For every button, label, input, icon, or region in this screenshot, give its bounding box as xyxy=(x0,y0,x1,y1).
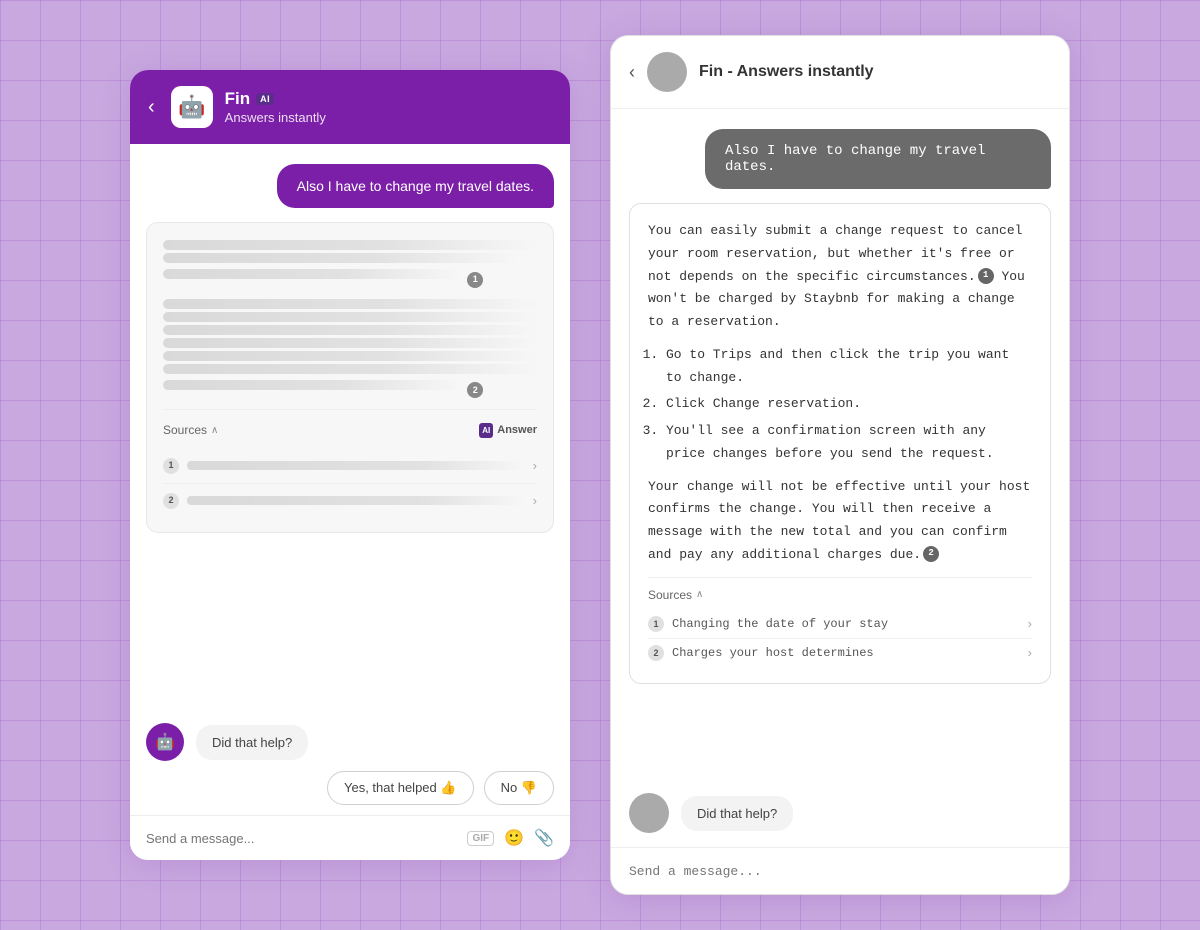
chevron-up-left[interactable]: ∧ xyxy=(211,422,218,439)
spacer-right xyxy=(611,833,1069,847)
chevron-up-right[interactable]: ∧ xyxy=(696,589,703,600)
blur-line xyxy=(163,269,462,279)
answer-para2-text: Your change will not be effective until … xyxy=(648,479,1030,562)
citation-1-left: 1 xyxy=(467,272,483,288)
header-title-right: Fin - Answers instantly xyxy=(699,63,874,81)
user-message-left: Also I have to change my travel dates. xyxy=(277,164,554,208)
did-help-bubble-right: Did that help? xyxy=(681,796,793,831)
answer-badge-left: AI Answer xyxy=(479,421,537,440)
sources-section-right: Sources ∧ 1 Changing the date of your st… xyxy=(648,577,1032,667)
cite-badge-2: 2 xyxy=(923,546,939,562)
blur-line xyxy=(163,351,537,361)
left-footer: GIF 🙂 📎 xyxy=(130,815,570,860)
citation-2-left: 2 xyxy=(467,382,483,398)
answer-para2: Your change will not be effective until … xyxy=(648,476,1032,567)
right-header: ‹ Fin - Answers instantly xyxy=(611,36,1069,109)
step-3: You'll see a confirmation screen with an… xyxy=(666,420,1032,466)
source-num-1-left: 1 xyxy=(163,458,179,474)
blur-line xyxy=(163,338,537,348)
fin-name-left: Fin xyxy=(225,89,251,109)
sources-header-left: Sources ∧ AI Answer xyxy=(163,420,537,440)
sources-text-right: Sources xyxy=(648,588,692,602)
right-chat-panel: ‹ Fin - Answers instantly Also I have to… xyxy=(610,35,1070,895)
answer-para1-text: You can easily submit a change request t… xyxy=(648,223,1022,284)
source-arrow-2-left: › xyxy=(533,490,537,512)
blur-line xyxy=(163,253,518,263)
step-2: Click Change reservation. xyxy=(666,393,1032,416)
step-1: Go to Trips and then click the trip you … xyxy=(666,344,1032,390)
answer-para1: You can easily submit a change request t… xyxy=(648,220,1032,334)
source-item-2-left[interactable]: 2 › xyxy=(163,484,537,518)
message-input-right[interactable] xyxy=(629,864,1051,879)
back-button-left[interactable]: ‹ xyxy=(148,96,155,119)
source-text-blur-1 xyxy=(187,461,525,470)
source-item-1-right[interactable]: 1 Changing the date of your stay › xyxy=(648,610,1032,639)
sources-header-right: Sources ∧ xyxy=(648,588,1032,602)
blur-line xyxy=(163,380,462,390)
no-button[interactable]: No 👎 xyxy=(484,771,554,805)
right-did-help-row: Did that help? xyxy=(611,779,1069,833)
fin-mini-avatar-left: 🤖 xyxy=(146,723,184,761)
fin-avatar-left: 🤖 xyxy=(171,86,213,128)
source-num-2-left: 2 xyxy=(163,493,179,509)
answer-text-right: You can easily submit a change request t… xyxy=(648,220,1032,567)
header-title-left: Fin AI xyxy=(225,89,326,109)
gif-icon[interactable]: GIF xyxy=(467,831,494,846)
blur-line xyxy=(163,325,537,335)
sources-label-right: Sources ∧ xyxy=(648,588,703,602)
left-header: ‹ 🤖 Fin AI Answers instantly xyxy=(130,70,570,144)
source-item-2-right[interactable]: 2 Charges your host determines › xyxy=(648,639,1032,667)
sources-text-left: Sources xyxy=(163,420,207,440)
right-footer xyxy=(611,847,1069,894)
ai-mini-badge: AI xyxy=(479,423,493,439)
source-text-1-right: Changing the date of your stay xyxy=(672,617,1020,631)
sources-label-left: Sources ∧ xyxy=(163,420,218,440)
source-num-2-right: 2 xyxy=(648,645,664,661)
source-item-1-left[interactable]: 1 › xyxy=(163,449,537,484)
fin-mini-avatar-right xyxy=(629,793,669,833)
source-arrow-1-right: › xyxy=(1028,616,1032,631)
feedback-row-left: Yes, that helped 👍 No 👎 xyxy=(130,761,570,815)
source-arrow-2-right: › xyxy=(1028,645,1032,660)
ai-badge-left: AI xyxy=(256,93,274,105)
did-help-row-left: 🤖 Did that help? xyxy=(130,709,570,761)
answer-steps-list: Go to Trips and then click the trip you … xyxy=(648,344,1032,466)
user-message-right: Also I have to change my travel dates. xyxy=(705,129,1051,189)
back-button-right[interactable]: ‹ xyxy=(629,62,635,83)
bot-answer-card-right: You can easily submit a change request t… xyxy=(629,203,1051,684)
blur-line xyxy=(163,299,537,309)
header-subtitle-left: Answers instantly xyxy=(225,110,326,125)
source-text-blur-2 xyxy=(187,496,525,505)
source-num-1-right: 1 xyxy=(648,616,664,632)
message-input-left[interactable] xyxy=(146,831,457,846)
cite-badge-1: 1 xyxy=(978,268,994,284)
blur-line xyxy=(163,364,537,374)
source-text-2-right: Charges your host determines xyxy=(672,646,1020,660)
left-chat-panel: ‹ 🤖 Fin AI Answers instantly Also I have… xyxy=(130,70,570,860)
right-chat-body: Also I have to change my travel dates. Y… xyxy=(611,109,1069,779)
blur-line xyxy=(163,240,537,250)
sources-section-left: Sources ∧ AI Answer 1 › 2 › xyxy=(163,409,537,518)
header-text-left: Fin AI Answers instantly xyxy=(225,89,326,125)
footer-icons-left: GIF 🙂 📎 xyxy=(467,828,554,848)
fin-avatar-right xyxy=(647,52,687,92)
attach-icon[interactable]: 📎 xyxy=(534,828,554,848)
bot-response-card-left: 1 2 Sources ∧ AI xyxy=(146,222,554,533)
blur-line xyxy=(163,312,537,322)
left-chat-body: Also I have to change my travel dates. 1… xyxy=(130,144,570,709)
fin-logo-icon: 🤖 xyxy=(178,94,205,120)
answer-label-left: Answer xyxy=(497,421,537,440)
did-help-bubble-left: Did that help? xyxy=(196,725,308,760)
source-arrow-1-left: › xyxy=(533,455,537,477)
yes-helped-button[interactable]: Yes, that helped 👍 xyxy=(327,771,474,805)
emoji-icon[interactable]: 🙂 xyxy=(504,828,524,848)
